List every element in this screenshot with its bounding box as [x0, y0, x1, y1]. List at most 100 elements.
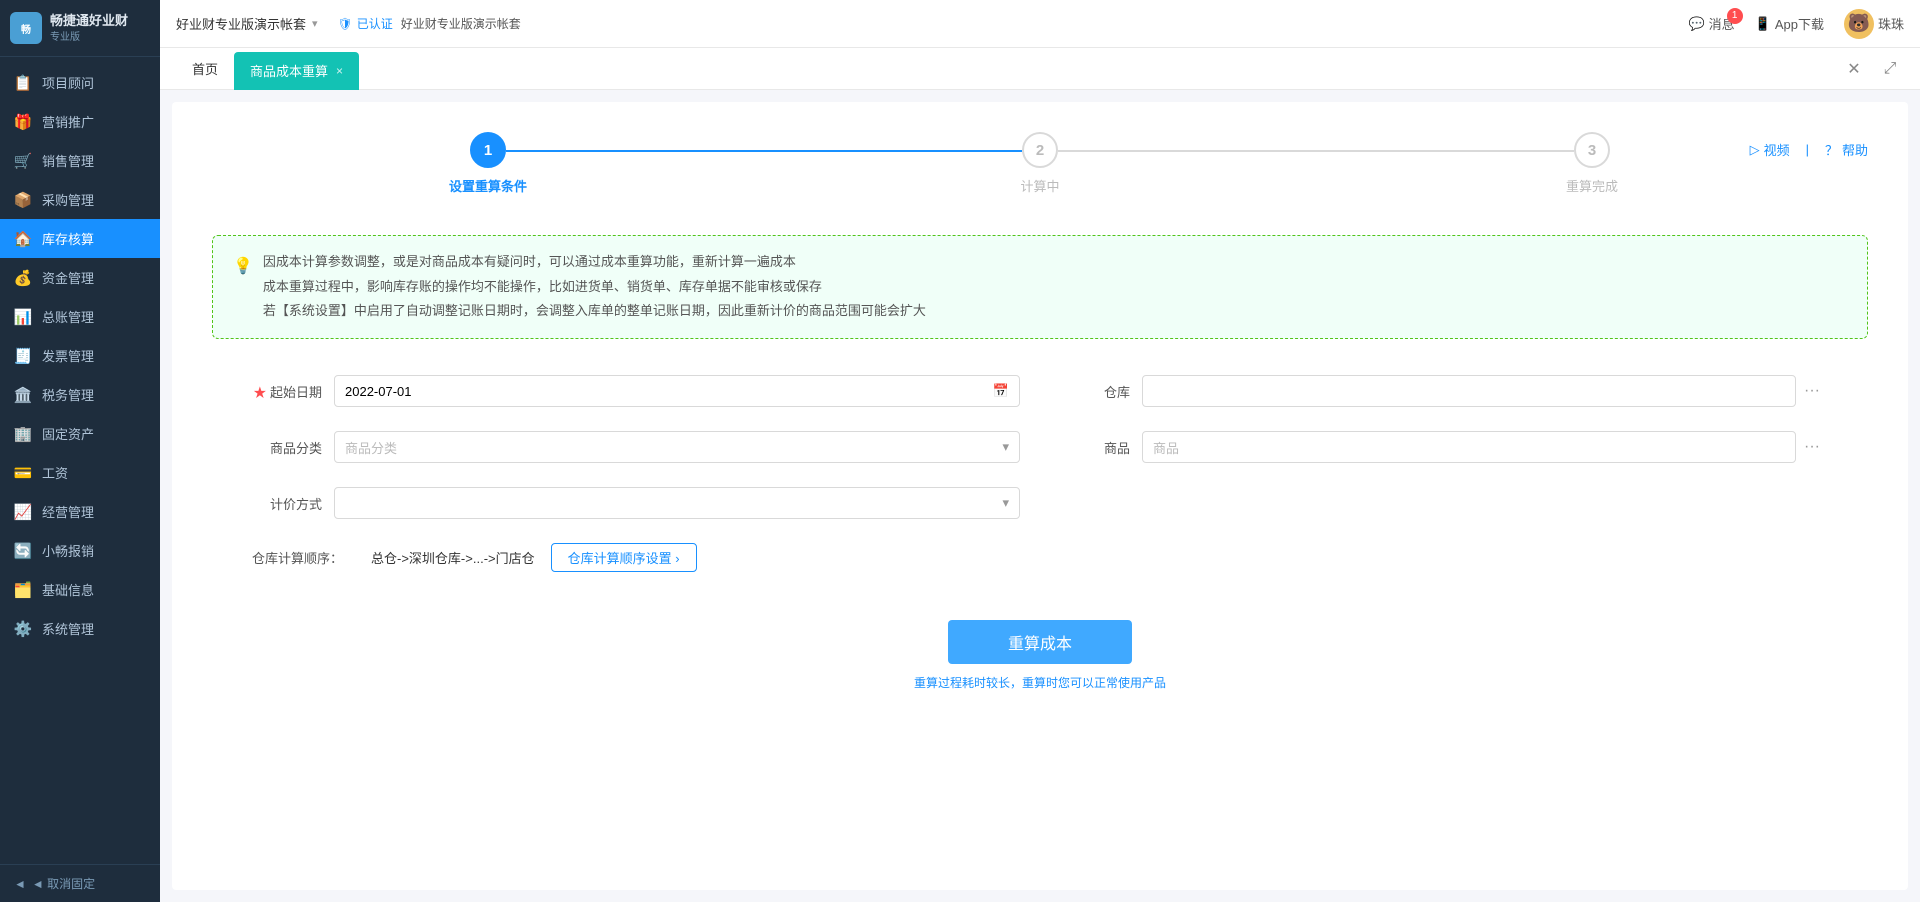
message-icon: 💬 [1688, 16, 1704, 32]
step-3-label: 重算完成 [1566, 176, 1618, 195]
sidebar-pin-toggle[interactable]: ◄ ◄ 取消固定 [0, 864, 160, 902]
message-badge: 1 [1727, 8, 1743, 24]
step-1-line [506, 150, 1022, 152]
form-row-2: 商品分类 商品分类 ▾ 商品 商品 ··· [252, 431, 1828, 463]
sidebar-item-accounting[interactable]: 📊 总账管理 [0, 297, 160, 336]
warehouse-field: 仓库 ··· [1060, 375, 1828, 407]
steps-help: ▷ 视频 | ？ 帮助 [1750, 140, 1868, 159]
main-area: 好业财专业版演示帐套 ▾ 🛡 已认证 好业财专业版演示帐套 💬 消息 1 📱 A… [160, 0, 1920, 902]
warehouse-label: 仓库 [1060, 382, 1130, 401]
start-date-value: 2022-07-01 [345, 384, 993, 399]
sidebar-item-purchase[interactable]: 📦 采购管理 [0, 180, 160, 219]
app-download-button[interactable]: 📱 App下载 [1755, 14, 1824, 33]
pin-icon: ◄ [14, 877, 26, 891]
step-1-circle: 1 [470, 132, 506, 168]
purchase-icon: 📦 [14, 191, 32, 209]
close-window-button[interactable]: ✕ [1840, 55, 1868, 83]
warehouse-order-settings-button[interactable]: 仓库计算顺序设置 › [551, 543, 697, 572]
category-field: 商品分类 商品分类 ▾ [252, 431, 1020, 463]
sidebar-item-finance[interactable]: 💰 资金管理 [0, 258, 160, 297]
salary-icon: 💳 [14, 464, 32, 482]
warehouse-order-value: 总仓->深圳仓库->...->门店仓 [371, 548, 535, 567]
sidebar-item-system[interactable]: ⚙️ 系统管理 [0, 609, 160, 648]
category-select[interactable]: 商品分类 ▾ [334, 431, 1020, 463]
form-row-1: ★ 起始日期 2022-07-01 📅 仓库 ··· [252, 375, 1828, 407]
tab-cost-recalc[interactable]: 商品成本重算 × [234, 52, 359, 90]
account-name: 好业财专业版演示帐套 [176, 14, 306, 33]
sidebar-item-sales[interactable]: 🛒 销售管理 [0, 141, 160, 180]
tabbar: 首页 商品成本重算 × ✕ ⤢ [160, 48, 1920, 90]
pricing-select[interactable]: ▾ [334, 487, 1020, 519]
warehouse-more-button[interactable]: ··· [1796, 382, 1828, 400]
video-help-button[interactable]: ▷ 视频 [1750, 140, 1790, 159]
category-label: 商品分类 [252, 438, 322, 457]
avatar: 🐻 [1844, 9, 1874, 39]
marketing-icon: 🎁 [14, 113, 32, 131]
maximize-window-button[interactable]: ⤢ [1876, 55, 1904, 83]
pricing-chevron-icon: ▾ [1002, 495, 1009, 511]
start-date-input[interactable]: 2022-07-01 📅 [334, 375, 1020, 407]
project-icon: 📋 [14, 74, 32, 92]
step-2: 2 计算中 [764, 132, 1316, 195]
sidebar-item-basic[interactable]: 🗂️ 基础信息 [0, 570, 160, 609]
operation-icon: 📈 [14, 503, 32, 521]
basic-icon: 🗂️ [14, 581, 32, 599]
warehouse-input[interactable] [1142, 375, 1796, 407]
tax-icon: 🏛️ [14, 386, 32, 404]
start-date-label: ★ 起始日期 [252, 382, 322, 401]
step-3-circle: 3 [1574, 132, 1610, 168]
category-chevron-icon: ▾ [1002, 439, 1009, 455]
tab-home[interactable]: 首页 [176, 48, 234, 90]
start-date-field: ★ 起始日期 2022-07-01 📅 [252, 375, 1020, 407]
topbar-right: 💬 消息 1 📱 App下载 🐻 珠珠 [1688, 9, 1904, 39]
sidebar-item-project[interactable]: 📋 项目顾问 [0, 63, 160, 102]
video-icon: ▷ [1750, 142, 1760, 158]
sidebar-item-tax[interactable]: 🏛️ 税务管理 [0, 375, 160, 414]
goods-field: 商品 商品 ··· [1060, 431, 1828, 463]
recalc-section: 重算成本 重算过程耗时较长，重算时您可以正常使用产品 [212, 600, 1868, 701]
sidebar-item-salary[interactable]: 💳 工资 [0, 453, 160, 492]
pricing-label: 计价方式 [252, 494, 322, 513]
sidebar-item-operation[interactable]: 📈 经营管理 [0, 492, 160, 531]
account-selector[interactable]: 好业财专业版演示帐套 ▾ [176, 14, 318, 33]
verified-account: 好业财专业版演示帐套 [401, 15, 521, 32]
sidebar-item-assets[interactable]: 🏢 固定资产 [0, 414, 160, 453]
sidebar-item-marketing[interactable]: 🎁 营销推广 [0, 102, 160, 141]
sidebar-item-expense[interactable]: 🔄 小畅报销 [0, 531, 160, 570]
system-icon: ⚙️ [14, 620, 32, 638]
category-placeholder: 商品分类 [345, 438, 1002, 457]
tabbar-right: ✕ ⤢ [1840, 55, 1904, 83]
tab-close-icon[interactable]: × [336, 64, 343, 78]
steps-container: 1 设置重算条件 2 计算中 3 重算完成 ▷ 视频 | ？ [212, 132, 1868, 195]
user-profile[interactable]: 🐻 珠珠 [1844, 9, 1904, 39]
verified-badge: 🛡 已认证 好业财专业版演示帐套 [338, 15, 521, 32]
expense-icon: 🔄 [14, 542, 32, 560]
form-section: ★ 起始日期 2022-07-01 📅 仓库 ··· [212, 375, 1868, 572]
invoice-icon: 🧾 [14, 347, 32, 365]
goods-more-button[interactable]: ··· [1796, 438, 1828, 456]
goods-placeholder: 商品 [1153, 438, 1785, 457]
app-title: 畅捷通好业财 [50, 13, 128, 29]
goods-label: 商品 [1060, 438, 1130, 457]
content-area: 1 设置重算条件 2 计算中 3 重算完成 ▷ 视频 | ？ [172, 102, 1908, 890]
required-star: ★ [253, 385, 266, 400]
inventory-icon: 🏠 [14, 230, 32, 248]
sales-icon: 🛒 [14, 152, 32, 170]
warehouse-order-row: 仓库计算顺序： 总仓->深圳仓库->...->门店仓 仓库计算顺序设置 › [252, 543, 1828, 572]
sidebar-item-invoice[interactable]: 🧾 发票管理 [0, 336, 160, 375]
info-box: 💡 因成本计算参数调整，或是对商品成本有疑问时，可以通过成本重算功能，重新计算一… [212, 235, 1868, 339]
step-1-label: 设置重算条件 [449, 176, 527, 195]
step-2-label: 计算中 [1020, 176, 1059, 195]
calendar-icon[interactable]: 📅 [993, 383, 1009, 399]
account-chevron-icon: ▾ [312, 17, 318, 30]
recalc-button[interactable]: 重算成本 [948, 620, 1132, 664]
sidebar-item-inventory[interactable]: 🏠 库存核算 [0, 219, 160, 258]
pricing-field: 计价方式 ▾ [252, 487, 1020, 519]
sidebar-header: 畅 畅捷通好业财 专业版 [0, 0, 160, 57]
message-button[interactable]: 💬 消息 1 [1688, 14, 1734, 33]
step-2-circle: 2 [1022, 132, 1058, 168]
sidebar-menu: 📋 项目顾问 🎁 营销推广 🛒 销售管理 📦 采购管理 🏠 库存核算 💰 资金管… [0, 57, 160, 864]
step-1: 1 设置重算条件 [212, 132, 764, 195]
help-button[interactable]: ？ 帮助 [1825, 140, 1868, 159]
goods-input[interactable]: 商品 [1142, 431, 1796, 463]
